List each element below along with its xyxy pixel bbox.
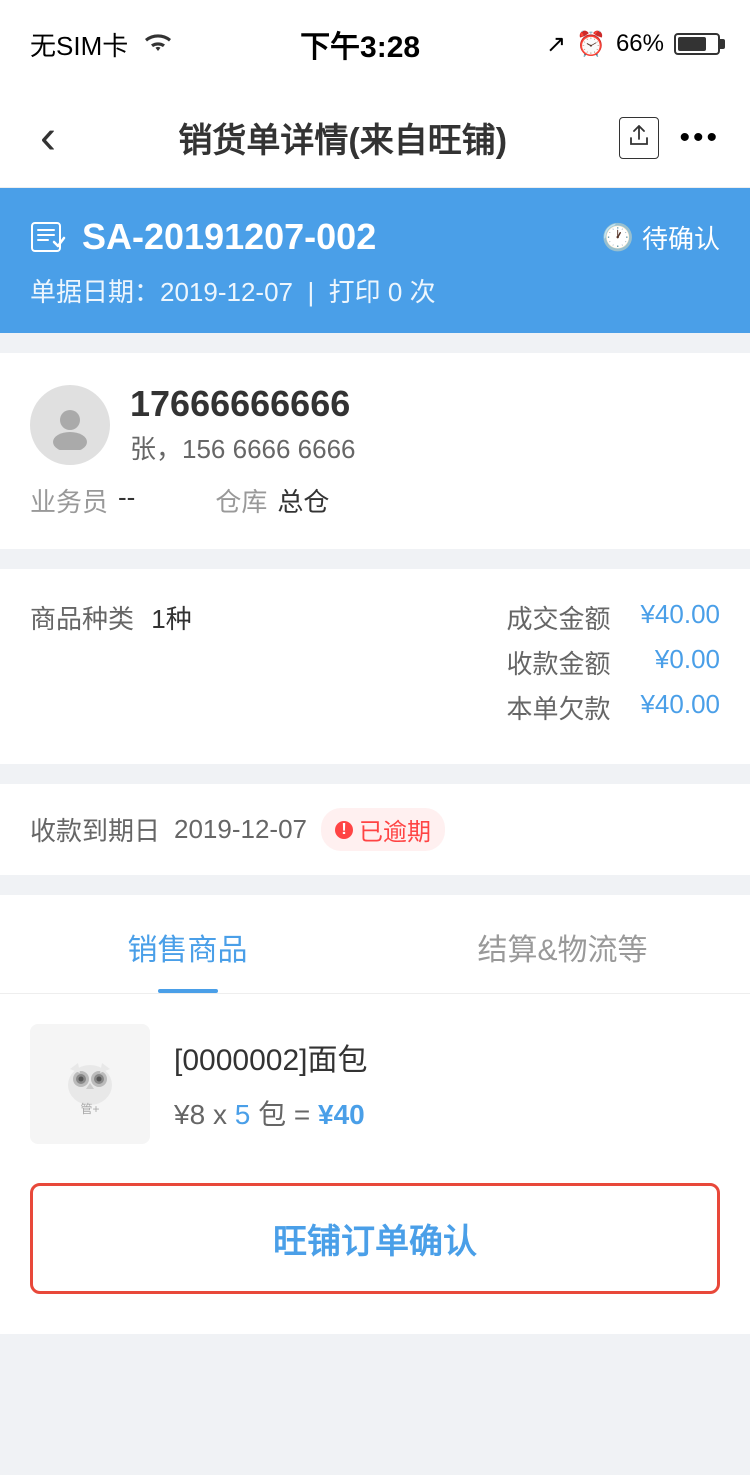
- status-time: 下午3:28: [300, 22, 420, 66]
- received-row: 收款金额 ¥0.00: [506, 644, 720, 681]
- product-info: [0000002]面包 ¥8 x 5 包 = ¥40: [174, 1035, 720, 1133]
- warehouse-value: 总仓: [277, 482, 329, 519]
- due-section: 收款到期日 2019-12-07 ! 已逾期: [0, 784, 750, 875]
- overdue-text: 已逾期: [359, 812, 431, 847]
- status-left: 无SIM卡: [30, 26, 174, 63]
- transaction-label: 成交金额: [506, 599, 610, 636]
- warehouse-label: 仓库: [215, 482, 267, 519]
- product-type-label: 商品种类: [30, 604, 134, 634]
- print-count: 打印 0 次: [329, 277, 436, 307]
- more-button[interactable]: •••: [679, 121, 720, 155]
- customer-info: 17666666666 张，156 6666 6666: [130, 383, 356, 466]
- tab-settlement-logistics[interactable]: 结算&物流等: [375, 895, 750, 993]
- confirm-order-button[interactable]: 旺铺订单确认: [30, 1183, 720, 1294]
- due-value: ¥40.00: [640, 689, 720, 726]
- order-header-top: SA-20191207-002 🕐 待确认: [30, 216, 720, 258]
- product-type-value: 1种: [151, 604, 191, 634]
- received-label: 收款金额: [506, 644, 610, 681]
- transaction-value: ¥40.00: [640, 599, 720, 636]
- due-date-value: 2019-12-07: [174, 814, 307, 845]
- nav-title: 销货单详情(来自旺铺): [178, 113, 507, 162]
- product-qty: 5: [235, 1099, 251, 1130]
- share-button[interactable]: [619, 117, 659, 159]
- due-row: 本单欠款 ¥40.00: [506, 689, 720, 726]
- received-value: ¥0.00: [655, 644, 720, 681]
- bottom-bar: 旺铺订单确认: [0, 1163, 750, 1334]
- product-image: 管+: [30, 1024, 150, 1144]
- location-icon: ↗: [546, 30, 566, 59]
- amount-summary: 成交金额 ¥40.00 收款金额 ¥0.00 本单欠款 ¥40.00: [506, 599, 720, 734]
- order-meta: 单据日期：2019-12-07 | 打印 0 次: [30, 272, 720, 309]
- product-total: ¥40: [318, 1099, 365, 1130]
- summary-section: 商品种类 1种 成交金额 ¥40.00 收款金额 ¥0.00 本单欠款 ¥40.…: [0, 569, 750, 764]
- product-code: [0000002]: [174, 1044, 307, 1077]
- warehouse-item: 仓库 总仓: [215, 482, 329, 519]
- nav-bar: 销货单详情(来自旺铺) •••: [0, 88, 750, 188]
- equals-sign: =: [294, 1099, 318, 1130]
- order-header-card: SA-20191207-002 🕐 待确认 单据日期：2019-12-07 | …: [0, 188, 750, 333]
- nav-actions: •••: [619, 117, 720, 159]
- tab-sales-products[interactable]: 销售商品: [0, 895, 375, 993]
- wifi-icon: [142, 33, 174, 55]
- product-list: 管+ [0000002]面包 ¥8 x 5 包 = ¥40: [0, 994, 750, 1175]
- product-name: [0000002]面包: [174, 1035, 720, 1079]
- product-summary: 商品种类 1种: [30, 599, 192, 636]
- due-label: 本单欠款: [506, 689, 610, 726]
- due-date-label: 收款到期日: [30, 811, 160, 848]
- order-doc-icon: [30, 222, 68, 252]
- battery-icon: [674, 33, 720, 55]
- tabs-section: 销售商品 结算&物流等: [0, 895, 750, 1175]
- tabs-header: 销售商品 结算&物流等: [0, 895, 750, 994]
- clock-icon: 🕐: [602, 222, 634, 253]
- salesperson-value: --: [118, 482, 135, 519]
- back-button[interactable]: [30, 104, 66, 172]
- order-status: 🕐 待确认: [602, 219, 720, 256]
- status-bar: 无SIM卡 下午3:28 ↗ ⏰ 66%: [0, 0, 750, 88]
- order-id: SA-20191207-002: [30, 216, 376, 258]
- product-unit: 包: [258, 1099, 286, 1130]
- salesperson-label: 业务员: [30, 482, 108, 519]
- transaction-row: 成交金额 ¥40.00: [506, 599, 720, 636]
- overdue-badge: ! 已逾期: [321, 808, 445, 851]
- order-date: 单据日期：2019-12-07: [30, 277, 293, 307]
- product-price-line: ¥8 x 5 包 = ¥40: [174, 1093, 720, 1133]
- price-unit: ¥8: [174, 1099, 205, 1130]
- product-item: 管+ [0000002]面包 ¥8 x 5 包 = ¥40: [0, 994, 750, 1175]
- customer-header: 17666666666 张，156 6666 6666: [30, 383, 720, 466]
- customer-name: 张，156 6666 6666: [130, 429, 356, 466]
- alarm-icon: ⏰: [576, 30, 606, 59]
- overdue-warning-icon: !: [335, 821, 353, 839]
- status-right: ↗ ⏰ 66%: [546, 30, 720, 59]
- battery-percent: 66%: [616, 30, 664, 58]
- multiply-sign: x: [213, 1099, 235, 1130]
- status-text: 待确认: [642, 219, 720, 256]
- customer-meta: 业务员 -- 仓库 总仓: [30, 482, 720, 519]
- svg-text:管+: 管+: [80, 1101, 99, 1116]
- customer-phone: 17666666666: [130, 383, 356, 425]
- salesperson-item: 业务员 --: [30, 482, 135, 519]
- customer-card: 17666666666 张，156 6666 6666 业务员 -- 仓库 总仓: [0, 353, 750, 549]
- carrier-text: 无SIM卡: [30, 26, 128, 63]
- avatar: [30, 385, 110, 465]
